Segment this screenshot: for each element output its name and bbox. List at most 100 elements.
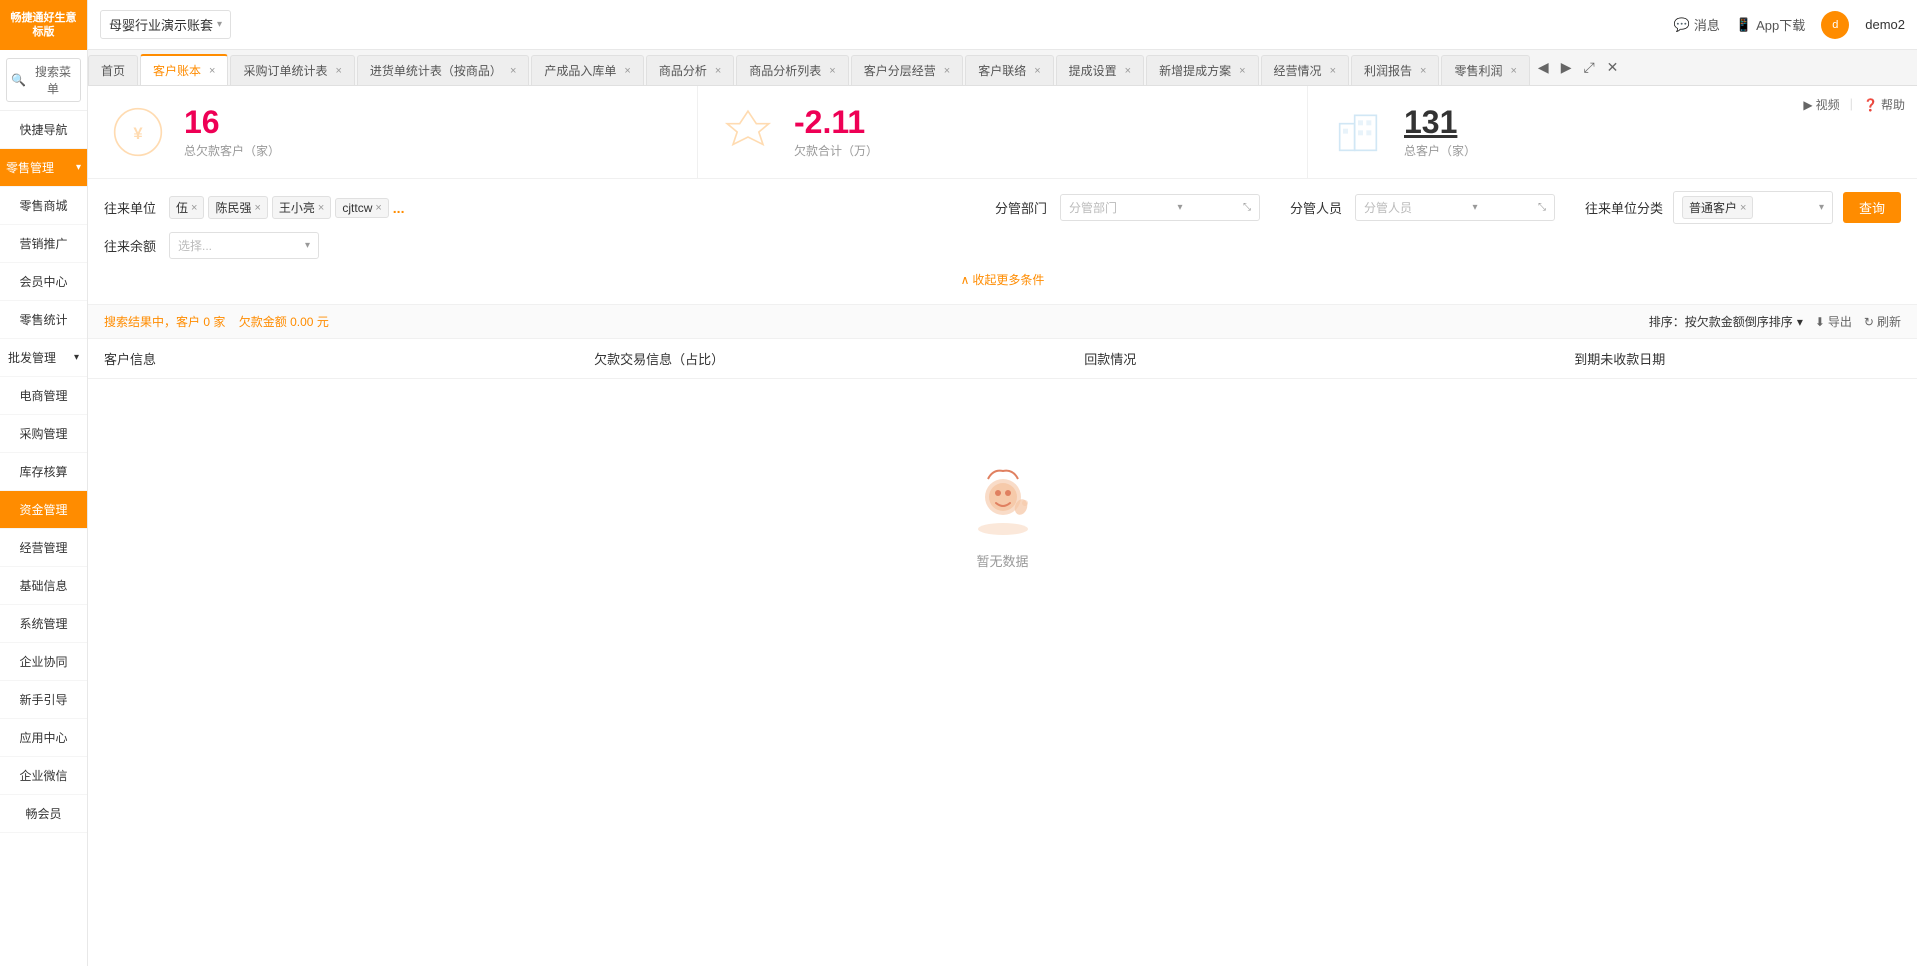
stats-bar: ¥ 16 总欠款客户（家） -2.11 欠款合计（万） bbox=[88, 86, 1917, 179]
sidebar-item-inventory[interactable]: 库存核算 bbox=[0, 453, 87, 491]
tab-nav-next[interactable]: ▶ bbox=[1555, 59, 1578, 76]
sidebar-item-finance[interactable]: 资金管理 bbox=[0, 491, 87, 529]
filter-unit-label: 往来单位 bbox=[104, 198, 159, 217]
help-label: 帮助 bbox=[1881, 96, 1905, 113]
tab-customer-contact[interactable]: 客户联络 × bbox=[965, 55, 1053, 85]
sidebar-item-enterprise-wechat[interactable]: 企业微信 bbox=[0, 757, 87, 795]
sidebar-item-label: 系统管理 bbox=[19, 617, 67, 631]
refresh-button[interactable]: ↻ 刷新 bbox=[1864, 313, 1901, 330]
remove-tag-icon[interactable]: × bbox=[1740, 202, 1746, 214]
tab-home[interactable]: 首页 bbox=[88, 55, 138, 85]
query-button[interactable]: 查询 bbox=[1843, 192, 1901, 223]
video-link[interactable]: ▶ 视频 bbox=[1803, 96, 1839, 113]
sidebar-item-purchase[interactable]: 采购管理 bbox=[0, 415, 87, 453]
stat-debt-customers: ¥ 16 总欠款客户（家） bbox=[88, 86, 698, 178]
sidebar-item-member[interactable]: 会员中心 bbox=[0, 263, 87, 301]
tab-nav-prev[interactable]: ◀ bbox=[1532, 59, 1555, 76]
remove-tag-icon[interactable]: × bbox=[254, 202, 260, 214]
tab-close-icon[interactable]: × bbox=[1125, 65, 1131, 77]
sidebar-item-chang-member[interactable]: 畅会员 bbox=[0, 795, 87, 833]
collapse-label: 收起更多条件 bbox=[972, 271, 1044, 288]
app-logo: 畅捷通好生意 标版 bbox=[0, 0, 87, 50]
tab-close-icon[interactable]: × bbox=[335, 65, 341, 77]
tab-close-all[interactable]: ✕ bbox=[1601, 59, 1625, 76]
tab-product-analysis[interactable]: 商品分析 × bbox=[646, 55, 734, 85]
sidebar-item-system[interactable]: 系统管理 bbox=[0, 605, 87, 643]
sidebar-item-retail-mall[interactable]: 零售商城 bbox=[0, 187, 87, 225]
sidebar-item-wholesale[interactable]: 批发管理 ▾ bbox=[0, 339, 87, 377]
more-tags-button[interactable]: ... bbox=[393, 200, 405, 216]
tab-close-icon[interactable]: × bbox=[944, 65, 950, 77]
sidebar-item-label: 电商管理 bbox=[19, 389, 67, 403]
person-selector[interactable]: 分管人员 ▾ ⤡ bbox=[1355, 194, 1555, 221]
sidebar-item-retail-stats[interactable]: 零售统计 bbox=[0, 301, 87, 339]
col-header-repayment: 回款情况 bbox=[1084, 349, 1574, 368]
tab-label: 新增提成方案 bbox=[1159, 62, 1231, 79]
sidebar-item-marketing[interactable]: 营销推广 bbox=[0, 225, 87, 263]
tab-customer-ledger[interactable]: 客户账本 × bbox=[140, 54, 228, 85]
sidebar-item-label: 库存核算 bbox=[19, 465, 67, 479]
export-button[interactable]: ⬇ 导出 bbox=[1815, 313, 1852, 330]
sidebar-item-label: 资金管理 bbox=[19, 503, 67, 517]
tab-close-icon[interactable]: × bbox=[209, 65, 215, 77]
sidebar-item-enterprise-collab[interactable]: 企业协同 bbox=[0, 643, 87, 681]
tab-product-analysis-list[interactable]: 商品分析列表 × bbox=[736, 55, 848, 85]
tab-business-situation[interactable]: 经营情况 × bbox=[1261, 55, 1349, 85]
tab-close-icon[interactable]: × bbox=[715, 65, 721, 77]
remove-tag-icon[interactable]: × bbox=[318, 202, 324, 214]
tab-profit-report[interactable]: 利润报告 × bbox=[1351, 55, 1439, 85]
building-icon bbox=[1328, 102, 1388, 162]
user-avatar: d bbox=[1821, 11, 1849, 39]
tab-new-commission[interactable]: 新增提成方案 × bbox=[1146, 55, 1258, 85]
sort-button[interactable]: 排序：按欠款金额倒序排序 ▾ bbox=[1649, 313, 1803, 330]
help-link[interactable]: ❓ 帮助 bbox=[1863, 96, 1905, 113]
sidebar-item-basic-info[interactable]: 基础信息 bbox=[0, 567, 87, 605]
tab-close-icon[interactable]: × bbox=[624, 65, 630, 77]
sidebar-item-operations[interactable]: 经营管理 bbox=[0, 529, 87, 567]
result-debt-unit: 元 bbox=[317, 315, 329, 329]
category-selector[interactable]: 普通客户 × ▾ bbox=[1673, 191, 1833, 224]
chevron-up-icon: ∧ bbox=[961, 273, 970, 287]
message-button[interactable]: 💬 消息 bbox=[1674, 15, 1720, 34]
tab-product-stock[interactable]: 产成品入库单 × bbox=[531, 55, 643, 85]
tab-close-icon[interactable]: × bbox=[1330, 65, 1336, 77]
tab-goods-stats[interactable]: 进货单统计表（按商品） × bbox=[357, 55, 529, 85]
store-selector[interactable]: 母婴行业演示账套 ▾ bbox=[100, 10, 231, 39]
tab-customer-tier[interactable]: 客户分层经营 × bbox=[851, 55, 963, 85]
sidebar-item-label: 经营管理 bbox=[19, 541, 67, 555]
search-icon: 🔍 bbox=[11, 73, 26, 87]
search-menu-button[interactable]: 🔍 搜索菜单 bbox=[6, 58, 81, 102]
filter-collapse-row: ∧ 收起更多条件 bbox=[104, 267, 1901, 292]
tab-close-icon[interactable]: × bbox=[1420, 65, 1426, 77]
sidebar-item-label: 基础信息 bbox=[19, 579, 67, 593]
expand-icon: ⤡ bbox=[1538, 202, 1546, 213]
tab-close-icon[interactable]: × bbox=[510, 65, 516, 77]
sidebar-item-quick-nav[interactable]: 快捷导航 bbox=[0, 111, 87, 149]
collapse-filter-button[interactable]: ∧ 收起更多条件 bbox=[961, 271, 1045, 288]
tab-purchase-order[interactable]: 采购订单统计表 × bbox=[230, 55, 354, 85]
stat-total-customers-info: 131 总客户（家） bbox=[1404, 106, 1476, 159]
sidebar-item-new-guide[interactable]: 新手引导 bbox=[0, 681, 87, 719]
sidebar-item-retail[interactable]: 零售管理 ▾ bbox=[0, 149, 87, 187]
tag-text: 伍 bbox=[176, 199, 188, 216]
stat-label: 欠款合计（万） bbox=[794, 142, 878, 159]
dept-selector[interactable]: 分管部门 ▾ ⤡ bbox=[1060, 194, 1260, 221]
balance-selector[interactable]: 选择... ▾ bbox=[169, 232, 319, 259]
tab-maximize[interactable]: ⤢ bbox=[1577, 59, 1600, 76]
tab-close-icon[interactable]: × bbox=[1510, 65, 1516, 77]
tab-close-icon[interactable]: × bbox=[829, 65, 835, 77]
sidebar-item-app-center[interactable]: 应用中心 bbox=[0, 719, 87, 757]
result-unit: 家 bbox=[213, 315, 225, 329]
empty-state: 暂无数据 bbox=[88, 379, 1917, 650]
tab-commission-settings[interactable]: 提成设置 × bbox=[1056, 55, 1144, 85]
category-tags: 普通客户 × bbox=[1682, 196, 1815, 219]
tab-close-icon[interactable]: × bbox=[1034, 65, 1040, 77]
remove-tag-icon[interactable]: × bbox=[375, 202, 381, 214]
app-download-button[interactable]: 📱 App下载 bbox=[1736, 15, 1805, 34]
sidebar-item-ecommerce[interactable]: 电商管理 bbox=[0, 377, 87, 415]
sidebar-item-label: 营销推广 bbox=[19, 237, 67, 251]
tab-close-icon[interactable]: × bbox=[1239, 65, 1245, 77]
remove-tag-icon[interactable]: × bbox=[191, 202, 197, 214]
result-debt-value: 0.00 bbox=[290, 315, 313, 329]
tab-retail-profit[interactable]: 零售利润 × bbox=[1441, 55, 1529, 85]
